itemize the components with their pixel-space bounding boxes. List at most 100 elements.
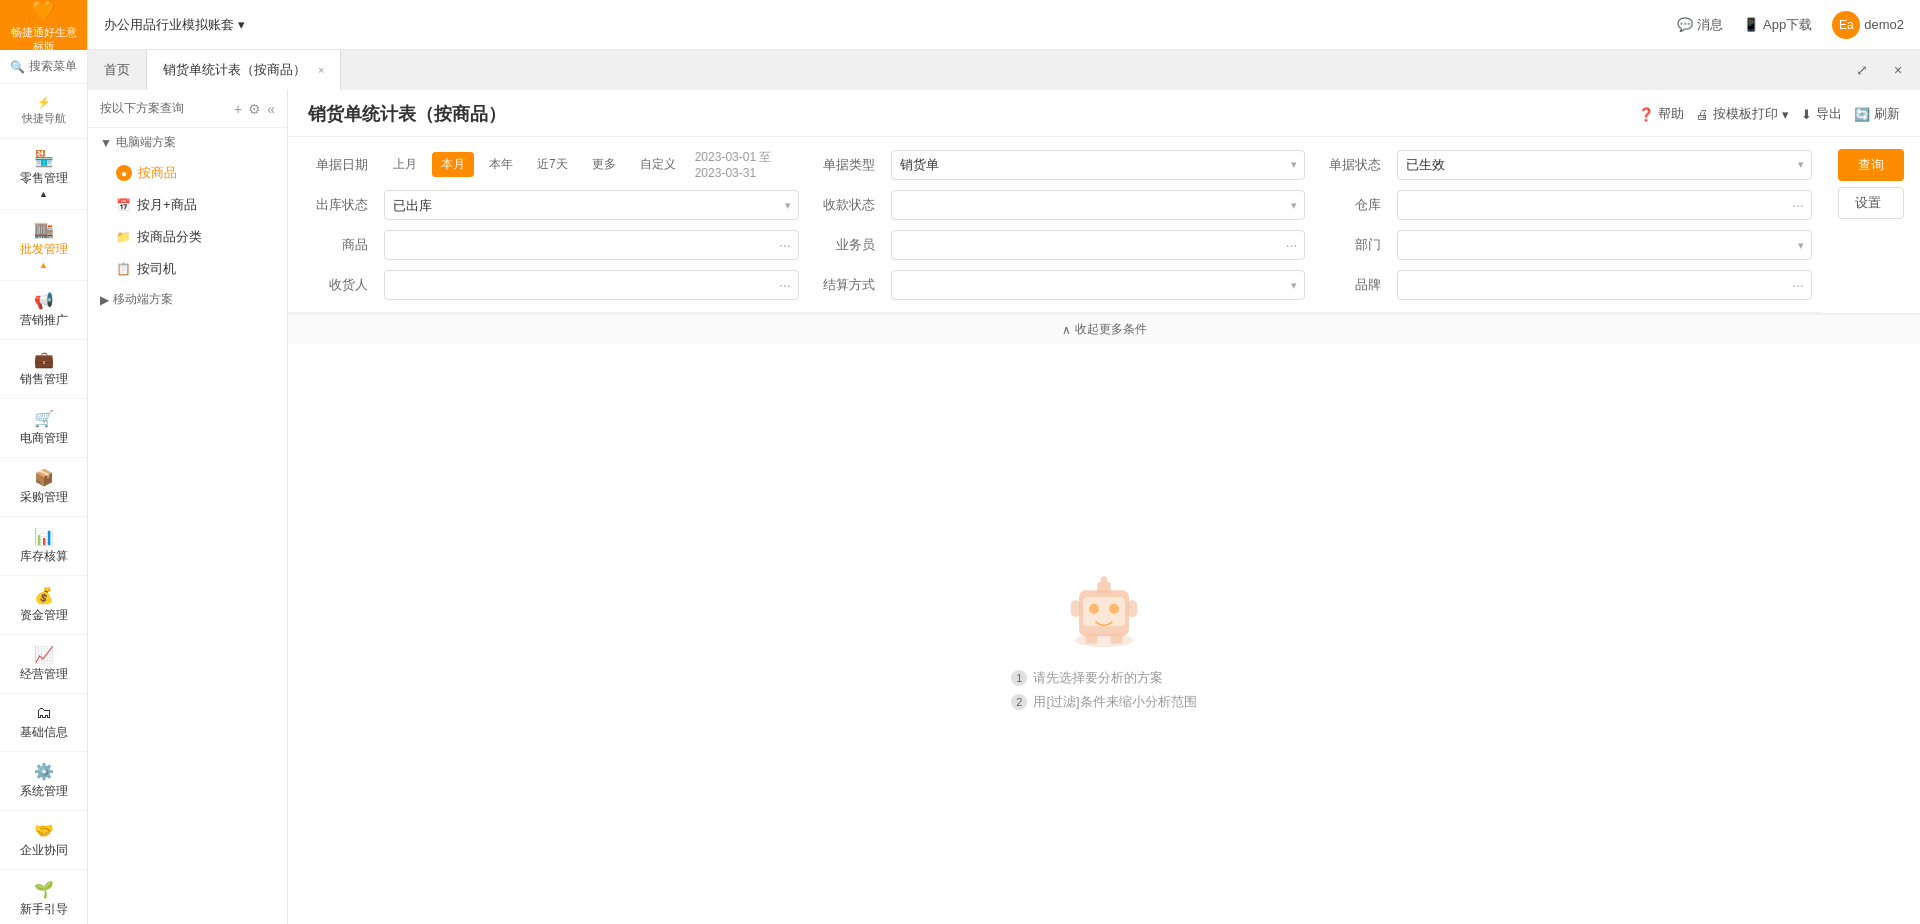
warehouse-dots[interactable]: ··· <box>1792 197 1804 213</box>
sidebar-item-sales[interactable]: 💼 销售管理 <box>0 340 87 399</box>
scheme-settings-btn[interactable]: ⚙ <box>248 101 261 117</box>
sidebar-item-operation[interactable]: 📈 经营管理 <box>0 635 87 694</box>
date-btn-current-year[interactable]: 本年 <box>480 152 522 177</box>
sidebar-item-ecom[interactable]: 🛒 电商管理 <box>0 399 87 458</box>
collapse-panel-btn[interactable]: « <box>267 101 275 117</box>
sidebar-item-inventory[interactable]: 📊 库存核算 <box>0 517 87 576</box>
doc-status-select[interactable]: 已生效 <box>1397 150 1812 180</box>
product-dots[interactable]: ··· <box>779 237 791 253</box>
sidebar-item-finance[interactable]: 💰 资金管理 <box>0 576 87 635</box>
group-mobile-expand-arrow: ▶ <box>100 293 109 307</box>
user-avatar[interactable]: Ea demo2 <box>1832 11 1904 39</box>
sidebar-item-newbie[interactable]: 🌱 新手引导 <box>0 870 87 924</box>
quick-nav-item[interactable]: ⚡ 快捷导航 <box>0 90 87 132</box>
group-mobile[interactable]: ▶ 移动端方案 <box>88 285 287 314</box>
help-btn[interactable]: ❓ 帮助 <box>1638 105 1684 123</box>
group-pc[interactable]: ▼ 电脑端方案 <box>88 128 287 157</box>
template-print-btn[interactable]: 🖨 按模板打印 ▾ <box>1696 105 1789 123</box>
topbar-right: 💬 消息 📱 App下载 Ea demo2 <box>1677 11 1904 39</box>
warehouse-label: 仓库 <box>1321 196 1381 214</box>
restore-icon: ⤢ <box>1856 62 1868 78</box>
receiver-input[interactable] <box>384 270 799 300</box>
sidebar-item-purchase[interactable]: 📦 采购管理 <box>0 458 87 517</box>
refresh-label: 刷新 <box>1874 105 1900 123</box>
filter-row-1: 单据日期 上月 本月 本年 近7天 更多 自定义 2023-03-01 至 20… <box>308 149 1812 180</box>
salesman-dots[interactable]: ··· <box>1286 237 1298 253</box>
scheme-by-category[interactable]: 📁 按商品分类 <box>88 221 287 253</box>
tab-close-all-btn[interactable]: × <box>1884 56 1912 84</box>
retail-icon: 🏪 <box>34 149 54 168</box>
group-pc-expand-arrow: ▼ <box>100 136 112 150</box>
page-header-actions: ❓ 帮助 🖨 按模板打印 ▾ ⬇ 导出 🔄 <box>1638 105 1900 123</box>
date-btn-more[interactable]: 更多 <box>583 152 625 177</box>
tab-active-label: 销货单统计表（按商品） <box>163 61 306 79</box>
tab-active[interactable]: 销货单统计表（按商品） × <box>147 50 341 90</box>
empty-tip-1: 1 请先选择要分析的方案 <box>1011 669 1196 687</box>
add-scheme-btn[interactable]: + <box>234 101 242 117</box>
export-btn[interactable]: ⬇ 导出 <box>1801 105 1842 123</box>
page-title: 销货单统计表（按商品） <box>308 102 506 126</box>
scheme-active-icon: ● <box>116 165 132 181</box>
empty-illustration <box>1054 557 1154 657</box>
svg-rect-8 <box>1127 600 1137 617</box>
warehouse-input[interactable] <box>1397 190 1812 220</box>
filter-row-2: 出库状态 已出库 ▾ 收款状态 <box>308 190 1812 220</box>
svg-point-3 <box>1089 604 1099 614</box>
out-status-select[interactable]: 已出库 <box>384 190 799 220</box>
industry-selector[interactable]: 办公用品行业模拟账套 ▾ <box>104 16 245 34</box>
left-panel-title: 按以下方案查询 <box>100 100 184 117</box>
app-download-btn[interactable]: 📱 App下载 <box>1743 16 1812 34</box>
scheme-month-icon: 📅 <box>116 198 131 212</box>
tab-close-btn[interactable]: × <box>318 64 324 76</box>
doc-type-select[interactable]: 销货单 <box>891 150 1306 180</box>
svg-rect-10 <box>1111 634 1123 644</box>
newbie-label: 新手引导 <box>20 901 68 918</box>
date-btn-current-month[interactable]: 本月 <box>432 152 474 177</box>
brand-input[interactable] <box>1397 270 1812 300</box>
date-btn-7days[interactable]: 近7天 <box>528 152 577 177</box>
wholesale-label: 批发管理 <box>20 241 68 258</box>
brand-dots[interactable]: ··· <box>1792 277 1804 293</box>
sidebar-item-basic[interactable]: 🗂 基础信息 <box>0 694 87 752</box>
tab-restore-btn[interactable]: ⤢ <box>1848 56 1876 84</box>
left-panel-actions: + ⚙ « <box>234 101 275 117</box>
date-btn-prev-month[interactable]: 上月 <box>384 152 426 177</box>
filter-row-4: 收货人 ··· 结算方式 ▾ <box>308 270 1812 300</box>
pay-status-select[interactable] <box>891 190 1306 220</box>
refresh-btn[interactable]: 🔄 刷新 <box>1854 105 1900 123</box>
collapse-icon: ∧ <box>1062 323 1071 337</box>
scheme-by-sku[interactable]: 📋 按司机 <box>88 253 287 285</box>
sidebar: 🧡 畅捷通好生意 标版 🔍 搜索菜单 ⚡ 快捷导航 🏪 零售管理 ▲ 🏬 批发管… <box>0 0 88 924</box>
sidebar-item-enterprise[interactable]: 🤝 企业协同 <box>0 811 87 870</box>
collapse-bar[interactable]: ∧ 收起更多条件 <box>288 314 1920 344</box>
basic-label: 基础信息 <box>20 724 68 741</box>
tip-num-1: 1 <box>1011 670 1027 686</box>
query-button[interactable]: 查询 <box>1838 149 1904 181</box>
message-btn[interactable]: 💬 消息 <box>1677 16 1723 34</box>
avatar-icon: Ea <box>1832 11 1860 39</box>
product-input[interactable] <box>384 230 799 260</box>
sidebar-item-wholesale[interactable]: 🏬 批发管理 ▲ <box>0 210 87 281</box>
scheme-by-product[interactable]: ● 按商品 <box>88 157 287 189</box>
page-header: 销货单统计表（按商品） ❓ 帮助 🖨 按模板打印 ▾ ⬇ <box>288 90 1920 137</box>
search-icon: 🔍 <box>10 60 25 74</box>
wholesale-expand-icon: ▲ <box>39 260 48 270</box>
search-menu[interactable]: 🔍 搜索菜单 <box>0 50 87 84</box>
scheme-by-month-product[interactable]: 📅 按月+商品 <box>88 189 287 221</box>
doc-type-label: 单据类型 <box>815 156 875 174</box>
enterprise-icon: 🤝 <box>34 821 54 840</box>
scheme-by-category-label: 按商品分类 <box>137 228 202 246</box>
sidebar-item-retail[interactable]: 🏪 零售管理 ▲ <box>0 139 87 210</box>
payment-select[interactable] <box>891 270 1306 300</box>
receiver-dots[interactable]: ··· <box>779 277 791 293</box>
sidebar-item-marketing[interactable]: 📢 营销推广 <box>0 281 87 340</box>
tab-home[interactable]: 首页 <box>88 50 147 90</box>
dept-select[interactable] <box>1397 230 1812 260</box>
date-btn-custom[interactable]: 自定义 <box>631 152 685 177</box>
salesman-control: ··· <box>891 230 1306 260</box>
sidebar-item-system[interactable]: ⚙️ 系统管理 <box>0 752 87 811</box>
salesman-input[interactable] <box>891 230 1306 260</box>
sales-label: 销售管理 <box>20 371 68 388</box>
refresh-icon: 🔄 <box>1854 107 1870 122</box>
settings-button[interactable]: 设置 <box>1838 187 1904 219</box>
